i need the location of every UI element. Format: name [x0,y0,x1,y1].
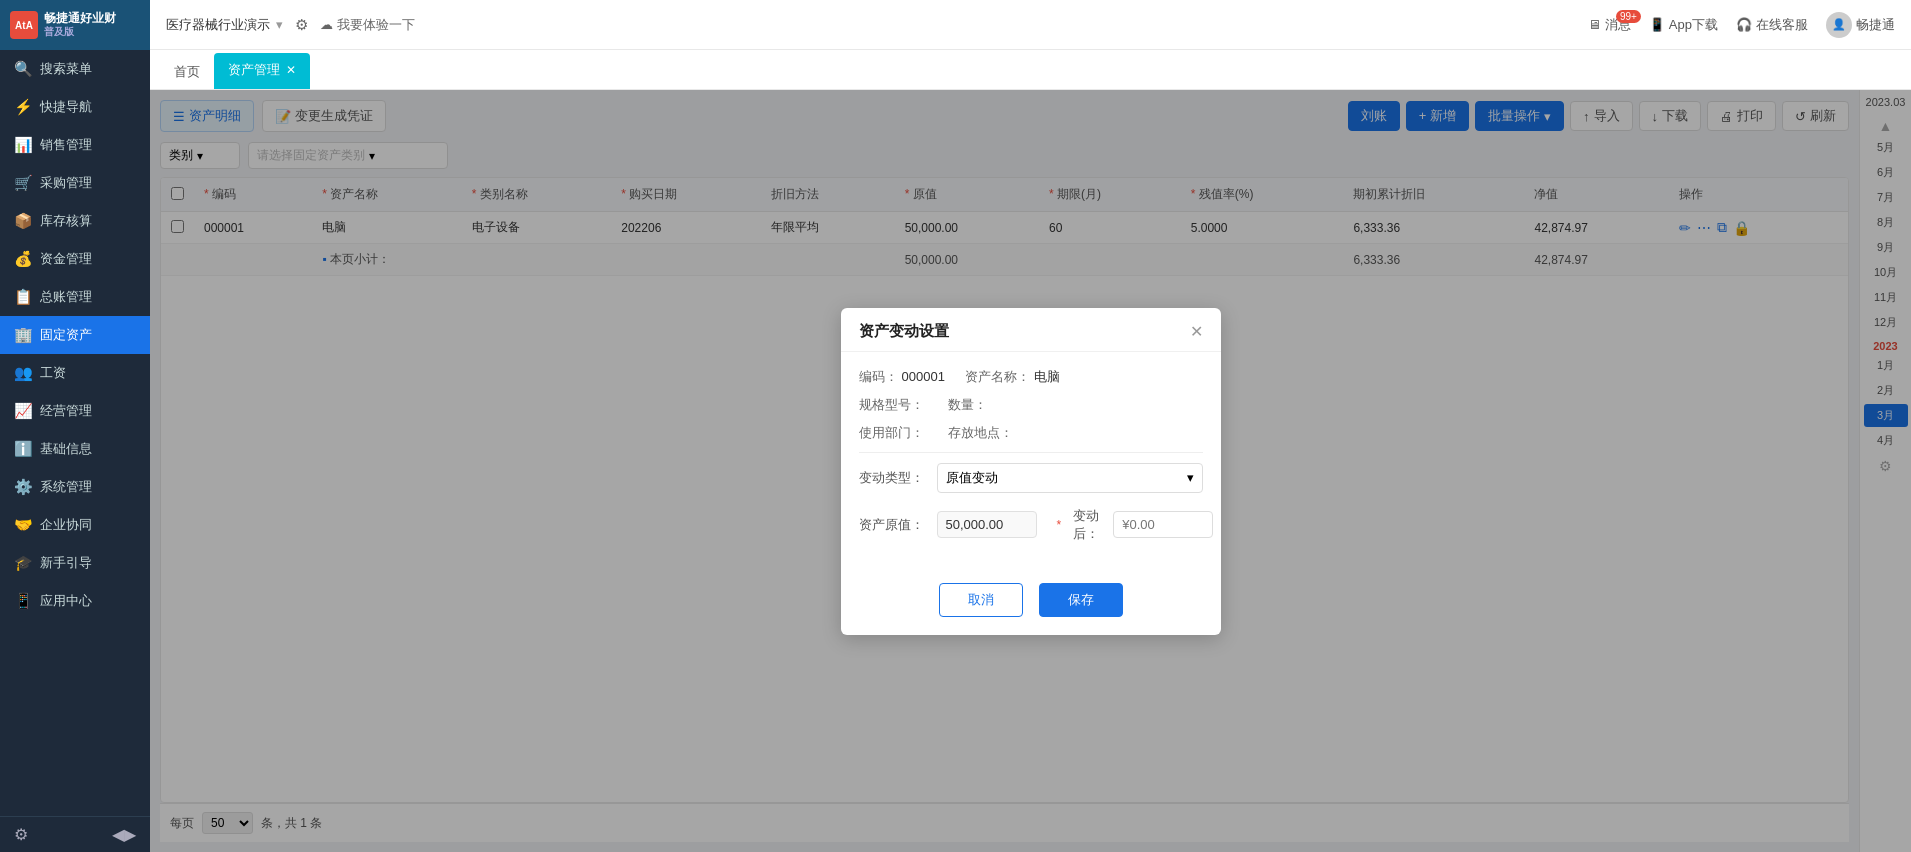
guide-icon: 🎓 [14,554,32,572]
sidebar-item-quicknav[interactable]: ⚡ 快捷导航 [0,88,150,126]
tab-home[interactable]: 首页 [160,55,214,89]
basic-info-icon: ℹ️ [14,440,32,458]
notification-badge: 99+ [1616,10,1641,23]
online-service-link[interactable]: 🎧 在线客服 [1736,16,1808,34]
settings-icon[interactable]: ⚙ [14,825,28,844]
dialog-close-button[interactable]: ✕ [1190,322,1203,341]
user-avatar: 👤 [1826,12,1852,38]
sales-icon: 📊 [14,136,32,154]
tab-asset-management[interactable]: 资产管理 ✕ [214,53,310,89]
dialog-info-row-1: 编码： 000001 资产名称： 电脑 [859,368,1203,386]
main-area: 医疗器械行业演示 ▾ ⚙ ☁ 我要体验一下 🖥 消息 99+ 📱 App下载 🎧… [150,0,1911,852]
after-change-input[interactable] [1113,511,1213,538]
sidebar-item-fixed-assets[interactable]: 🏢 固定资产 [0,316,150,354]
sidebar-nav: 🔍 搜索菜单 ⚡ 快捷导航 📊 销售管理 🛒 采购管理 📦 库存核算 💰 资金管… [0,50,150,816]
company-name: 医疗器械行业演示 [166,16,270,34]
ledger-icon: 📋 [14,288,32,306]
sidebar-item-ledger[interactable]: 📋 总账管理 [0,278,150,316]
dialog-location-item: 存放地点： [948,424,1017,442]
sidebar-item-cooperation[interactable]: 🤝 企业协同 [0,506,150,544]
logo-icon: AtA [10,11,38,39]
sidebar-item-payroll[interactable]: 👥 工资 [0,354,150,392]
topbar-right: 🖥 消息 99+ 📱 App下载 🎧 在线客服 👤 畅捷通 [1588,12,1895,38]
sidebar-item-finance[interactable]: 💰 资金管理 [0,240,150,278]
sidebar-item-guide[interactable]: 🎓 新手引导 [0,544,150,582]
cancel-button[interactable]: 取消 [939,583,1023,617]
search-icon: 🔍 [14,60,32,78]
sidebar-item-operations[interactable]: 📈 经营管理 [0,392,150,430]
sidebar-item-system[interactable]: ⚙️ 系统管理 [0,468,150,506]
sidebar-item-inventory[interactable]: 📦 库存核算 [0,202,150,240]
dialog-department-item: 使用部门： [859,424,928,442]
dialog-body: 编码： 000001 资产名称： 电脑 规格型号： [841,352,1221,573]
change-type-dropdown-icon: ▾ [1187,470,1194,485]
collapse-icon[interactable]: ◀▶ [112,825,136,844]
change-type-select[interactable]: 原值变动 ▾ [937,463,1203,493]
notification-icon: 🖥 [1588,17,1601,32]
tab-bar: 首页 资产管理 ✕ [150,50,1911,90]
settings-gear-icon[interactable]: ⚙ [295,16,308,34]
appstore-icon: 📱 [14,592,32,610]
sidebar-item-search[interactable]: 🔍 搜索菜单 [0,50,150,88]
tab-close-icon[interactable]: ✕ [286,63,296,77]
user-menu[interactable]: 👤 畅捷通 [1826,12,1895,38]
notification-button[interactable]: 🖥 消息 99+ [1588,16,1631,34]
topbar: 医疗器械行业演示 ▾ ⚙ ☁ 我要体验一下 🖥 消息 99+ 📱 App下载 🎧… [150,0,1911,50]
experience-link[interactable]: ☁ 我要体验一下 [320,16,415,34]
asset-change-dialog: 资产变动设置 ✕ 编码： 000001 资产名称： 电脑 [841,308,1221,635]
payroll-icon: 👥 [14,364,32,382]
app-version: 普及版 [44,25,116,39]
sidebar: AtA 畅捷通好业财 普及版 🔍 搜索菜单 ⚡ 快捷导航 📊 销售管理 🛒 采购… [0,0,150,852]
company-dropdown-icon: ▾ [276,17,283,32]
dialog-name-item: 资产名称： 电脑 [965,368,1060,386]
sidebar-footer: ⚙ ◀▶ [0,816,150,852]
modal-overlay: 资产变动设置 ✕ 编码： 000001 资产名称： 电脑 [150,90,1911,852]
experience-cloud-icon: ☁ [320,17,333,32]
original-value-display: 50,000.00 [937,511,1037,538]
quicknav-icon: ⚡ [14,98,32,116]
content-area: ☰ 资产明细 📝 变更生成凭证 刘账 + 新增 [150,90,1911,852]
dialog-title: 资产变动设置 [859,322,949,341]
dialog-quantity-item: 数量： [948,396,991,414]
sidebar-header: AtA 畅捷通好业财 普及版 [0,0,150,50]
sidebar-item-basic-info[interactable]: ℹ️ 基础信息 [0,430,150,468]
dialog-actions: 取消 保存 [841,573,1221,635]
purchase-icon: 🛒 [14,174,32,192]
after-change-label: 变动后： [1073,507,1099,543]
cooperation-icon: 🤝 [14,516,32,534]
sidebar-item-sales[interactable]: 📊 销售管理 [0,126,150,164]
phone-icon: 📱 [1649,17,1665,32]
inventory-icon: 📦 [14,212,32,230]
save-button[interactable]: 保存 [1039,583,1123,617]
system-icon: ⚙️ [14,478,32,496]
finance-icon: 💰 [14,250,32,268]
app-title: 畅捷通好业财 [44,11,116,25]
fixed-assets-icon: 🏢 [14,326,32,344]
dialog-code-item: 编码： 000001 [859,368,945,386]
dialog-header: 资产变动设置 ✕ [841,308,1221,352]
sidebar-item-appstore[interactable]: 📱 应用中心 [0,582,150,620]
company-selector[interactable]: 医疗器械行业演示 ▾ [166,16,283,34]
change-type-row: 变动类型： 原值变动 ▾ [859,463,1203,493]
dialog-spec-item: 规格型号： [859,396,928,414]
operations-icon: 📈 [14,402,32,420]
required-star: * [1057,518,1062,532]
sidebar-item-purchase[interactable]: 🛒 采购管理 [0,164,150,202]
value-row: 资产原值： 50,000.00 * 变动后： [859,507,1203,543]
headset-icon: 🎧 [1736,17,1752,32]
app-download-link[interactable]: 📱 App下载 [1649,16,1718,34]
dialog-info-row-2: 规格型号： 数量： [859,396,1203,414]
dialog-info-row-3: 使用部门： 存放地点： [859,424,1203,442]
